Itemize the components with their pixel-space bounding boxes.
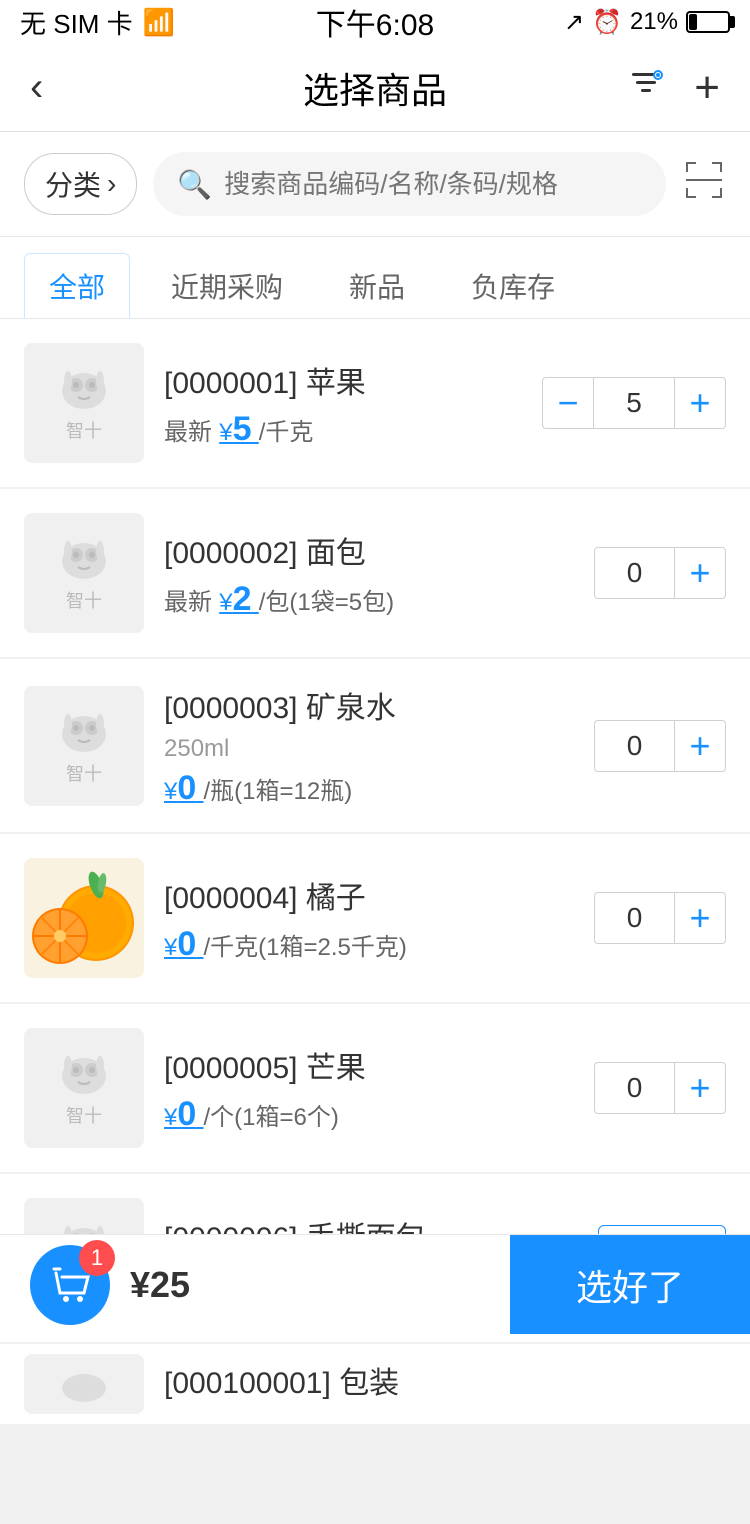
brand-text: 智十: [66, 417, 102, 443]
product-info-5: [0000005] 芒果 ¥0 /个(1箱=6个): [164, 1043, 574, 1134]
owl-placeholder: 智十: [54, 1048, 114, 1128]
product-info-partial: [000100001] 包装: [164, 1358, 726, 1410]
wifi-icon: 📶: [143, 7, 175, 38]
product-image-4: [24, 858, 144, 978]
product-image-2: 智十: [24, 513, 144, 633]
product-name-4: [0000004] 橘子: [164, 873, 574, 917]
qty-input-5[interactable]: [594, 1062, 674, 1114]
category-arrow: ›: [107, 168, 116, 200]
battery-icon: [686, 11, 730, 33]
product-name-partial: [000100001] 包装: [164, 1358, 726, 1402]
owl-placeholder: 智十: [54, 363, 114, 443]
product-image-3: 智十: [24, 686, 144, 806]
product-image-1: 智十: [24, 343, 144, 463]
status-left: 无 SIM 卡 📶: [20, 4, 175, 41]
list-item: 智十 [0000001] 苹果 最新 ¥5 /千克 − +: [0, 319, 750, 487]
cart-badge: 1: [79, 1240, 115, 1276]
product-name-2: [0000002] 面包: [164, 528, 574, 572]
qty-input-2[interactable]: [594, 547, 674, 599]
search-bar[interactable]: 🔍: [153, 152, 666, 216]
cart-icon[interactable]: 1: [30, 1245, 110, 1325]
increment-button-1[interactable]: +: [674, 377, 726, 429]
product-spec-3: 250ml: [164, 735, 574, 763]
qty-input-4[interactable]: [594, 892, 674, 944]
product-image-5: 智十: [24, 1028, 144, 1148]
tab-negative[interactable]: 负库存: [446, 253, 580, 318]
product-info-1: [0000001] 苹果 最新 ¥5 /千克: [164, 358, 522, 449]
product-image-partial: [24, 1354, 144, 1414]
product-name-3: [0000003] 矿泉水: [164, 683, 574, 727]
brand-text: 智十: [66, 587, 102, 613]
tabs-bar: 全部 近期采购 新品 负库存: [0, 237, 750, 319]
carrier-text: 无 SIM 卡: [20, 4, 133, 41]
cart-section: 1 ¥25: [0, 1245, 220, 1325]
product-price-3: ¥0 /瓶(1箱=12瓶): [164, 769, 574, 808]
add-button[interactable]: +: [694, 63, 720, 113]
search-icon: 🔍: [177, 168, 212, 201]
owl-placeholder: 智十: [54, 706, 114, 786]
qty-input-3[interactable]: [594, 720, 674, 772]
product-info-3: [0000003] 矿泉水 250ml ¥0 /瓶(1箱=12瓶): [164, 683, 574, 808]
qty-control-4: +: [594, 892, 726, 944]
nav-right-actions: +: [628, 63, 720, 113]
page-title: 选择商品: [303, 62, 447, 114]
status-bar: 无 SIM 卡 📶 下午6:08 ↗ ⏰ 21%: [0, 0, 750, 44]
status-right: ↗ ⏰ 21%: [564, 8, 730, 37]
qty-control-5: +: [594, 1062, 726, 1114]
increment-button-5[interactable]: +: [674, 1062, 726, 1114]
owl-placeholder: [54, 1364, 114, 1404]
product-name-5: [0000005] 芒果: [164, 1043, 574, 1087]
product-name-1: [0000001] 苹果: [164, 358, 522, 402]
list-item-partial: [000100001] 包装: [0, 1344, 750, 1424]
list-item: [0000004] 橘子 ¥0 /千克(1箱=2.5千克) +: [0, 834, 750, 1002]
increment-button-4[interactable]: +: [674, 892, 726, 944]
battery-text: 21%: [630, 8, 678, 36]
increment-button-2[interactable]: +: [674, 547, 726, 599]
product-info-2: [0000002] 面包 最新 ¥2 /包(1袋=5包): [164, 528, 574, 619]
qty-input-1[interactable]: [594, 377, 674, 429]
location-icon: ↗: [564, 8, 584, 37]
product-price-1: 最新 ¥5 /千克: [164, 410, 522, 449]
alarm-icon: ⏰: [592, 8, 622, 37]
product-price-5: ¥0 /个(1箱=6个): [164, 1095, 574, 1134]
nav-bar: ‹ 选择商品 +: [0, 44, 750, 132]
tab-recent[interactable]: 近期采购: [146, 253, 308, 318]
decrement-button-1[interactable]: −: [542, 377, 594, 429]
tab-new[interactable]: 新品: [324, 253, 430, 318]
owl-placeholder: 智十: [54, 533, 114, 613]
qty-control-1: − +: [542, 377, 726, 429]
scan-icon[interactable]: [682, 158, 726, 211]
list-item: 智十 [0000003] 矿泉水 250ml ¥0 /瓶(1箱=12瓶) +: [0, 659, 750, 832]
bottom-bar: 1 ¥25 选好了: [0, 1234, 750, 1334]
cart-total: ¥25: [130, 1264, 190, 1306]
confirm-button[interactable]: 选好了: [510, 1235, 750, 1334]
product-price-2: 最新 ¥2 /包(1袋=5包): [164, 580, 574, 619]
category-label: 分类: [45, 164, 101, 204]
qty-control-3: +: [594, 720, 726, 772]
search-input[interactable]: [224, 169, 642, 200]
filter-icon[interactable]: [628, 65, 664, 110]
list-item: 智十 [0000002] 面包 最新 ¥2 /包(1袋=5包) +: [0, 489, 750, 657]
brand-text: 智十: [66, 760, 102, 786]
product-info-4: [0000004] 橘子 ¥0 /千克(1箱=2.5千克): [164, 873, 574, 964]
increment-button-3[interactable]: +: [674, 720, 726, 772]
filter-bar: 分类 › 🔍: [0, 132, 750, 237]
category-button[interactable]: 分类 ›: [24, 153, 137, 215]
tab-all[interactable]: 全部: [24, 253, 130, 318]
qty-control-2: +: [594, 547, 726, 599]
orange-svg: [24, 858, 144, 978]
brand-text: 智十: [66, 1102, 102, 1128]
product-price-4: ¥0 /千克(1箱=2.5千克): [164, 925, 574, 964]
time-display: 下午6:08: [316, 0, 434, 44]
list-item: 智十 [0000005] 芒果 ¥0 /个(1箱=6个) +: [0, 1004, 750, 1172]
back-button[interactable]: ‹: [30, 65, 43, 110]
